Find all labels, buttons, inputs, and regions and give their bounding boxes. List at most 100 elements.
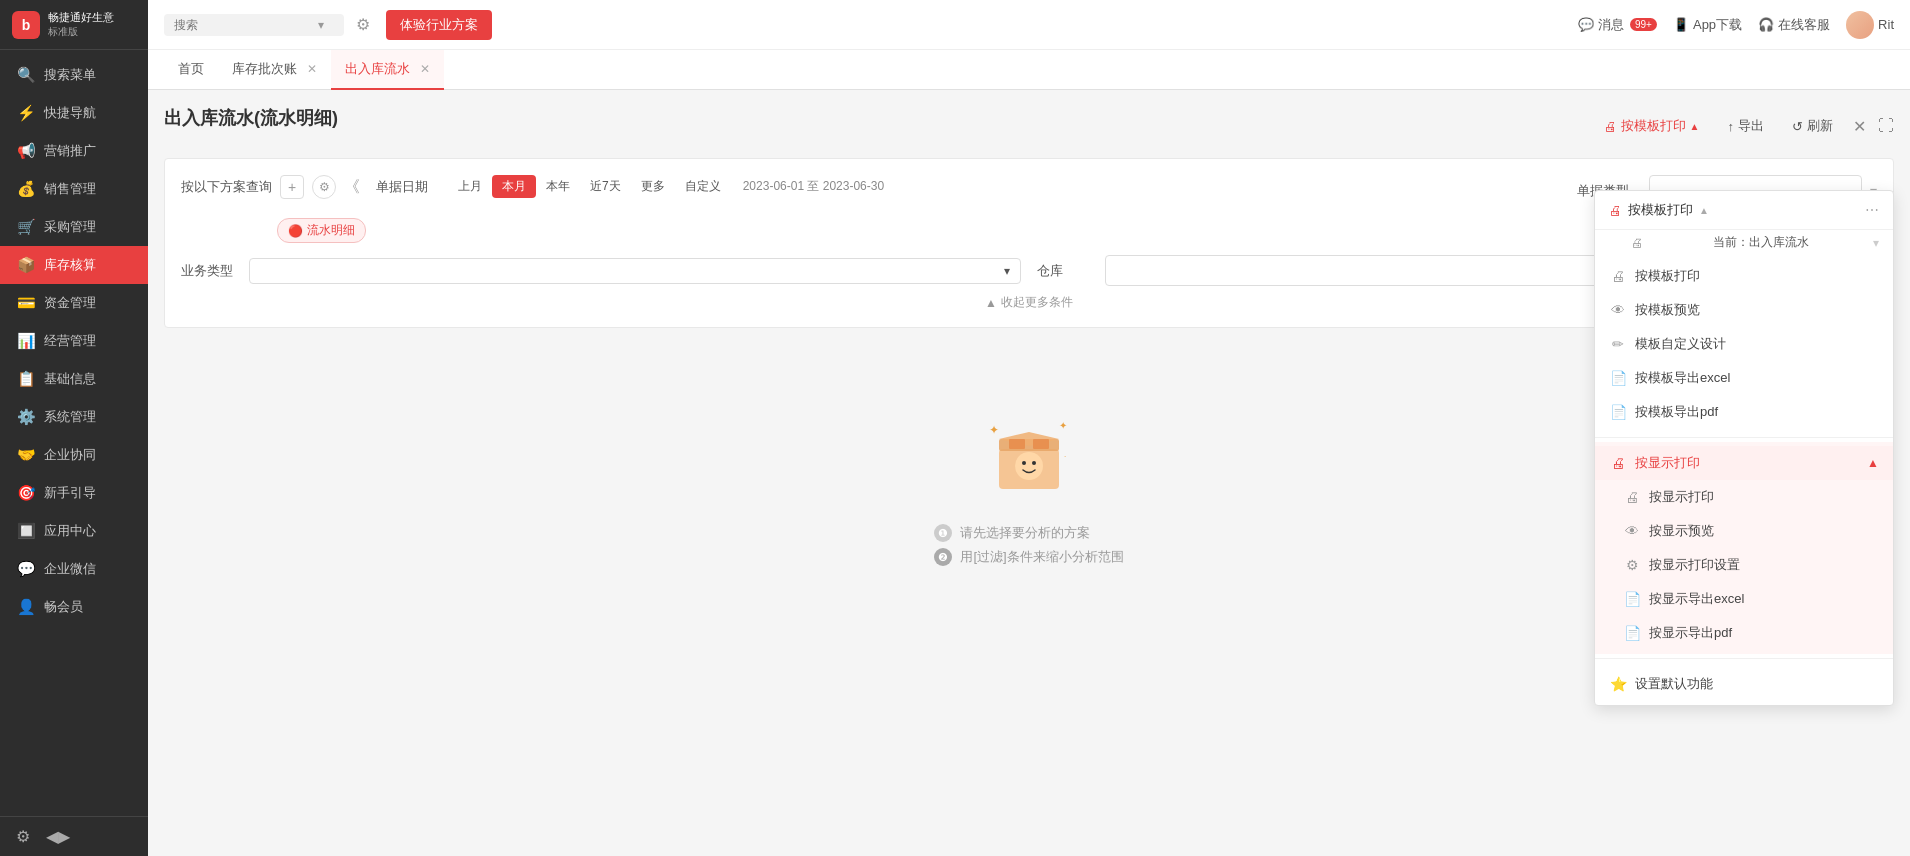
item-icon-display-print: 🖨 [1623,488,1641,506]
item-label-set-default: 设置默认功能 [1635,675,1713,693]
date-btn-近7天[interactable]: 近7天 [580,175,631,198]
export-btn[interactable]: ↑ 导出 [1720,113,1773,139]
section-icon-display-print: 🖨 [1609,454,1627,472]
tab-batch[interactable]: 库存批次账 ✕ [218,50,331,90]
search-chevron-icon[interactable]: ▾ [318,18,324,32]
search-input[interactable] [174,18,314,32]
sidebar-label-quicknav: 快捷导航 [44,104,96,122]
dropdown-item-template-excel[interactable]: 📄 按模板导出excel [1595,361,1893,395]
dropdown-item-display-print[interactable]: 🖨 按显示打印 [1595,480,1893,514]
dropdown-item-display-preview[interactable]: 👁 按显示预览 [1595,514,1893,548]
tab-home[interactable]: 首页 [164,50,218,90]
date-btn-自定义[interactable]: 自定义 [675,175,731,198]
sidebar-label-operations: 经营管理 [44,332,96,350]
item-icon-template-excel: 📄 [1609,369,1627,387]
add-condition-btn[interactable]: + [280,175,304,199]
page-content: 出入库流水(流水明细) 🖨 按模板打印 ▲ ↑ 导出 ↺ 刷新 ✕ ⛶ [148,90,1910,856]
hint-num-2: ❷ [934,548,952,566]
item-icon-display-excel: 📄 [1623,590,1641,608]
topbar: ▾ ⚙ 体验行业方案 💬 消息 99+ 📱 App下载 🎧 在线客服 [148,0,1910,50]
customer-service-item[interactable]: 🎧 在线客服 [1758,16,1830,34]
dropdown-panel: 🖨 按模板打印 ▲ ⋯ 🖨 当前：出入库流水 ▾ 🖨 按模板打印 👁 按模板预览… [1594,190,1894,706]
warehouse-label: 仓库 [1037,262,1097,280]
sidebar-item-guide[interactable]: 🎯 新手引导 [0,474,148,512]
dropdown-item-set-default[interactable]: ⭐ 设置默认功能 [1595,667,1893,701]
date-btn-更多[interactable]: 更多 [631,175,675,198]
sidebar-item-collab[interactable]: 🤝 企业协同 [0,436,148,474]
sidebar-icon-system: ⚙️ [16,407,36,427]
sidebar-item-wechat[interactable]: 💬 企业微信 [0,550,148,588]
hint-item-1: ❶ 请先选择要分析的方案 [934,524,1123,542]
dropdown-chevron-up-icon[interactable]: ▲ [1699,205,1709,216]
print-chevron-up-icon: ▲ [1690,121,1700,132]
dropdown-item-display-excel[interactable]: 📄 按显示导出excel [1595,582,1893,616]
main-area: ▾ ⚙ 体验行业方案 💬 消息 99+ 📱 App下载 🎧 在线客服 [148,0,1910,856]
app-download-item[interactable]: 📱 App下载 [1673,16,1742,34]
user-avatar-item[interactable]: Rit [1846,11,1894,39]
customer-service-icon: 🎧 [1758,17,1774,32]
sidebar-item-inventory[interactable]: 📦 库存核算 [0,246,148,284]
refresh-btn[interactable]: ↺ 刷新 [1784,113,1841,139]
tab-close-batch[interactable]: ✕ [307,62,317,76]
search-collapse-icon[interactable]: 《 [344,177,360,198]
topbar-search-box[interactable]: ▾ [164,14,344,36]
item-icon-display-print-settings: ⚙ [1623,556,1641,574]
tab-close-flow[interactable]: ✕ [420,62,430,76]
item-label-template-excel: 按模板导出excel [1635,369,1730,387]
industry-btn[interactable]: 体验行业方案 [386,10,492,40]
biz-type-select[interactable]: ▾ [249,258,1021,284]
sidebar-label-finance: 资金管理 [44,294,96,312]
topbar-gear-icon[interactable]: ⚙ [356,15,370,34]
collapse-btn[interactable]: ▲ 收起更多条件 [985,294,1073,311]
settings-icon[interactable]: ⚙ [16,827,30,846]
sidebar-item-system[interactable]: ⚙️ 系统管理 [0,398,148,436]
dropdown-current-sub[interactable]: 🖨 当前：出入库流水 ▾ [1595,230,1893,255]
item-label-template-custom: 模板自定义设计 [1635,335,1726,353]
dropdown-item-template-preview[interactable]: 👁 按模板预览 [1595,293,1893,327]
messages-badge: 99+ [1630,18,1657,31]
date-filter: 上月本月本年近7天更多自定义 [448,175,731,198]
messages-item[interactable]: 💬 消息 99+ [1578,16,1657,34]
search-by-label: 按以下方案查询 [181,178,272,196]
sidebar-item-marketing[interactable]: 📢 营销推广 [0,132,148,170]
sidebar-icon-purchase: 🛒 [16,217,36,237]
dropdown-more-icon[interactable]: ⋯ [1865,202,1879,218]
tab-flow[interactable]: 出入库流水✕ [331,50,444,90]
item-icon-set-default: ⭐ [1609,675,1627,693]
dropdown-item-template-custom[interactable]: ✏ 模板自定义设计 [1595,327,1893,361]
search-settings-btn[interactable]: ⚙ [312,175,336,199]
biz-type-item: 业务类型 ▾ [181,258,1021,284]
item-label-template-pdf: 按模板导出pdf [1635,403,1718,421]
dropdown-section-title-display-print[interactable]: 🖨 按显示打印 ▲ [1595,446,1893,480]
tab-label-batch: 库存批次账 [232,60,297,78]
sidebar-icon-operations: 📊 [16,331,36,351]
date-btn-本年[interactable]: 本年 [536,175,580,198]
sidebar-item-sales[interactable]: 💰 销售管理 [0,170,148,208]
sidebar-item-member[interactable]: 👤 畅会员 [0,588,148,626]
hint-text-1: 请先选择要分析的方案 [960,524,1090,542]
dropdown-item-template-print[interactable]: 🖨 按模板打印 [1595,259,1893,293]
sidebar-icon-member: 👤 [16,597,36,617]
tab-label-home: 首页 [178,60,204,78]
sidebar-item-appcenter[interactable]: 🔲 应用中心 [0,512,148,550]
page-action-bar: 🖨 按模板打印 ▲ ↑ 导出 ↺ 刷新 ✕ ⛶ [1596,113,1894,139]
dropdown-item-display-print-settings[interactable]: ⚙ 按显示打印设置 [1595,548,1893,582]
date-btn-本月[interactable]: 本月 [492,175,536,198]
sidebar-item-operations[interactable]: 📊 经营管理 [0,322,148,360]
dropdown-item-display-pdf[interactable]: 📄 按显示导出pdf [1595,616,1893,650]
print-template-btn[interactable]: 🖨 按模板打印 ▲ [1596,113,1708,139]
sidebar-bottom: ⚙ ◀▶ [0,816,148,856]
close-page-icon[interactable]: ✕ [1853,117,1866,136]
sidebar-item-finance[interactable]: 💳 资金管理 [0,284,148,322]
sidebar-item-quicknav[interactable]: ⚡ 快捷导航 [0,94,148,132]
collapse-sidebar-icon[interactable]: ◀▶ [46,827,70,846]
dropdown-item-template-pdf[interactable]: 📄 按模板导出pdf [1595,395,1893,429]
date-btn-上月[interactable]: 上月 [448,175,492,198]
sidebar-item-search[interactable]: 🔍 搜索菜单 [0,56,148,94]
expand-page-icon[interactable]: ⛶ [1878,117,1894,135]
sidebar-item-purchase[interactable]: 🛒 采购管理 [0,208,148,246]
sidebar-label-sales: 销售管理 [44,180,96,198]
collapse-chevron-up-icon: ▲ [985,296,997,310]
sidebar-item-basics[interactable]: 📋 基础信息 [0,360,148,398]
dropdown-divider-1 [1595,437,1893,438]
